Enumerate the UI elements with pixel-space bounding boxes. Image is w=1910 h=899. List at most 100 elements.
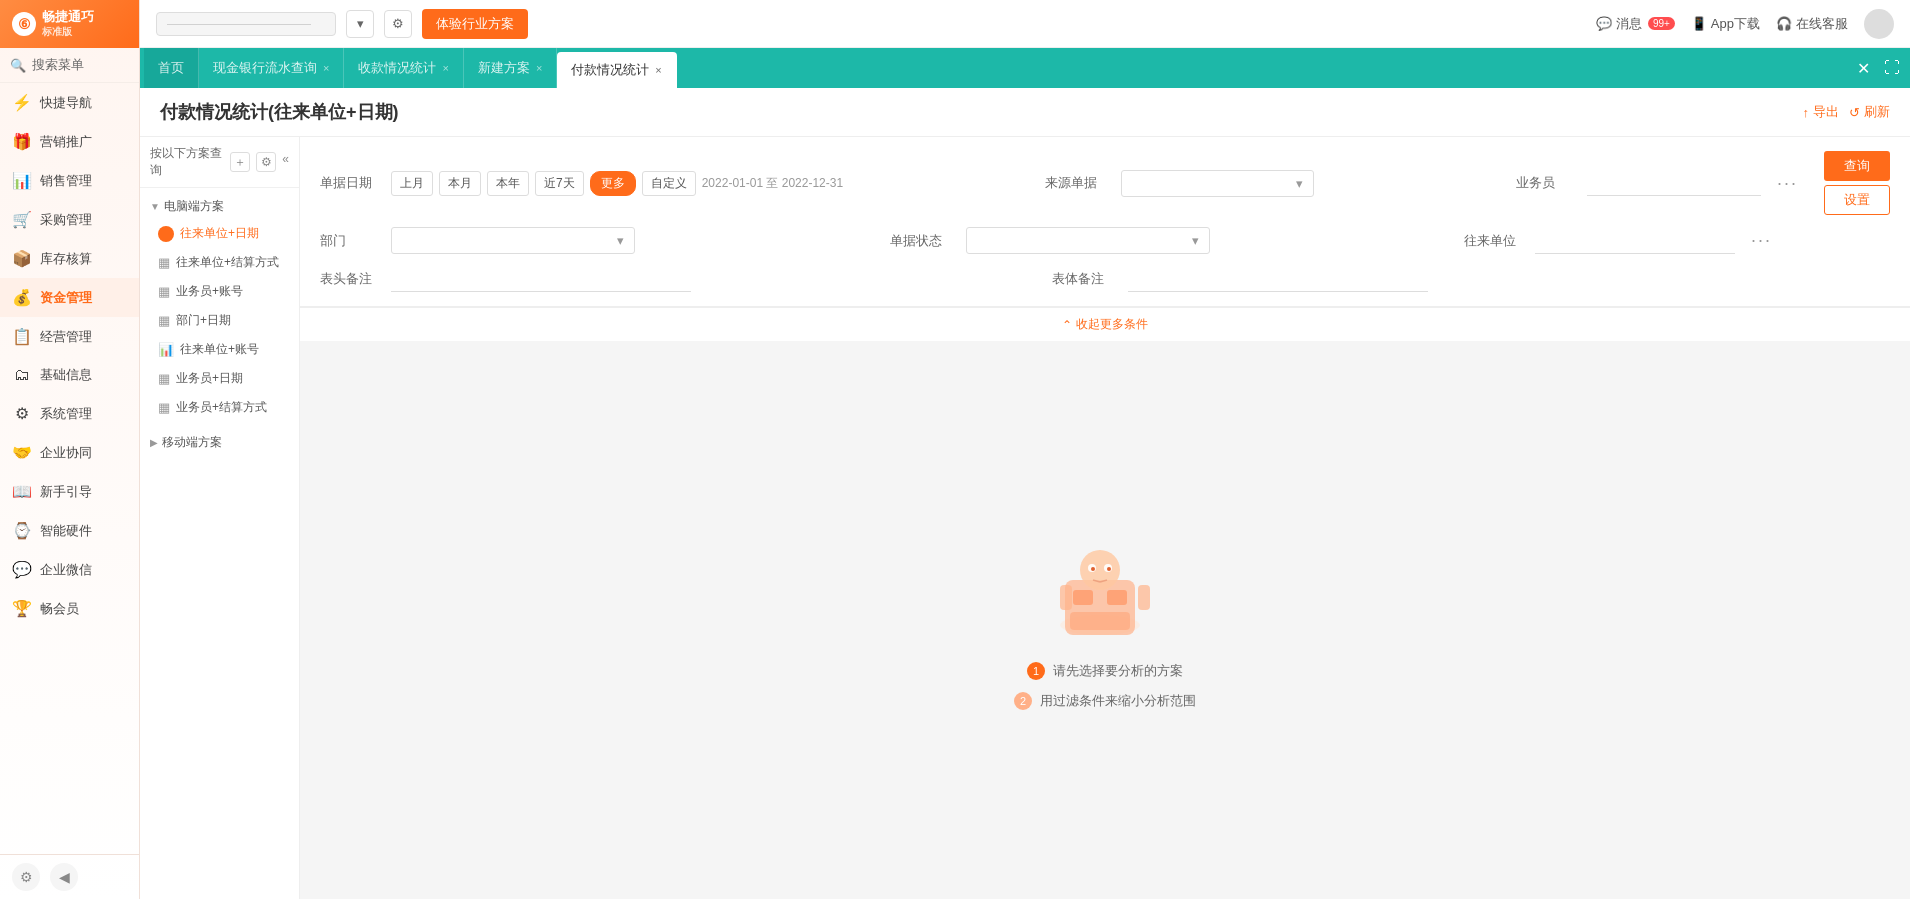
sidebar-item-system[interactable]: ⚙ 系统管理 <box>0 394 139 433</box>
dropdown-btn[interactable]: ▾ <box>346 10 374 38</box>
scheme-dept-date[interactable]: ▦ 部门+日期 <box>150 306 289 335</box>
tab-close-cash-flow[interactable]: × <box>323 62 329 74</box>
sidebar-item-operation[interactable]: 📋 经营管理 <box>0 317 139 356</box>
counterparty-input[interactable] <box>1535 228 1735 254</box>
sidebar-collapse-btn[interactable]: ◀ <box>50 863 78 891</box>
user-avatar[interactable] <box>1864 9 1894 39</box>
filter-row-notes: 表头备注 表体备注 <box>320 266 1890 292</box>
sidebar-item-guide[interactable]: 📖 新手引导 <box>0 472 139 511</box>
notifications-btn[interactable]: 💬 消息 99+ <box>1596 15 1675 33</box>
table-body-note-input[interactable] <box>1128 266 1428 292</box>
desktop-group-header[interactable]: ▼ 电脑端方案 <box>150 194 289 219</box>
sidebar-footer: ⚙ ◀ <box>0 854 139 899</box>
settings-icon: ⚙ <box>261 155 272 169</box>
table-head-note-input[interactable] <box>391 266 691 292</box>
counterparty-dots[interactable]: ··· <box>1751 230 1772 251</box>
sidebar-icon-member: 🏆 <box>12 599 32 618</box>
sidebar-label-operation: 经营管理 <box>40 328 92 346</box>
sidebar-item-member[interactable]: 🏆 畅会员 <box>0 589 139 628</box>
dept-select[interactable]: ▾ <box>391 227 635 254</box>
customer-service-btn[interactable]: 🎧 在线客服 <box>1776 15 1848 33</box>
collapse-more-btn[interactable]: ⌃ 收起更多条件 <box>300 307 1910 341</box>
left-panel-header: 按以下方案查询 ＋ ⚙ « <box>140 137 299 188</box>
sidebar-item-inventory[interactable]: 📦 库存核算 <box>0 239 139 278</box>
source-select[interactable]: ▾ <box>1121 170 1313 197</box>
tab-new-plan[interactable]: 新建方案 × <box>464 48 557 88</box>
scheme-unit-settlement[interactable]: ▦ 往来单位+结算方式 <box>150 248 289 277</box>
date-btn-this-month[interactable]: 本月 <box>439 171 481 196</box>
scheme-staff-date[interactable]: ▦ 业务员+日期 <box>150 364 289 393</box>
sidebar-item-enterprise[interactable]: 🤝 企业协同 <box>0 433 139 472</box>
expand-tabs-btn[interactable]: ⛶ <box>1884 59 1900 77</box>
tab-close-new-plan[interactable]: × <box>536 62 542 74</box>
scheme-unit-account[interactable]: 📊 往来单位+账号 <box>150 335 289 364</box>
close-all-tabs-btn[interactable]: ✕ <box>1857 59 1870 78</box>
svg-point-11 <box>1107 567 1111 571</box>
svg-point-10 <box>1091 567 1095 571</box>
table-body-note-label: 表体备注 <box>1052 270 1112 288</box>
empty-text-1: 请先选择要分析的方案 <box>1053 662 1183 680</box>
sidebar-item-finance[interactable]: 💰 资金管理 <box>0 278 139 317</box>
date-btn-this-year[interactable]: 本年 <box>487 171 529 196</box>
logo-icon: ⑥ <box>12 12 36 36</box>
query-btn[interactable]: 查询 <box>1824 151 1890 181</box>
sidebar-label-member: 畅会员 <box>40 600 79 618</box>
sidebar-item-sales[interactable]: 📊 销售管理 <box>0 161 139 200</box>
sidebar-icon-basic-info: 🗂 <box>12 366 32 384</box>
sidebar-icon-quick-nav: ⚡ <box>12 93 32 112</box>
sidebar-item-purchase[interactable]: 🛒 采购管理 <box>0 200 139 239</box>
doc-status-label: 单据状态 <box>890 232 950 250</box>
tab-close-payment[interactable]: × <box>655 64 661 76</box>
right-content: 单据日期 上月 本月 本年 近7天 更多 自定义 2022-01-01 至 20… <box>300 137 1910 899</box>
tab-close-collection[interactable]: × <box>442 62 448 74</box>
panel-collapse-btn[interactable]: « <box>282 152 289 172</box>
sidebar-search[interactable]: 🔍 搜索菜单 <box>0 48 139 83</box>
scheme-staff-account[interactable]: ▦ 业务员+账号 <box>150 277 289 306</box>
sidebar-icon-operation: 📋 <box>12 327 32 346</box>
notification-badge: 99+ <box>1648 17 1675 30</box>
salesperson-input[interactable] <box>1587 170 1761 196</box>
sidebar-item-quick-nav[interactable]: ⚡ 快捷导航 <box>0 83 139 122</box>
sidebar-settings-btn[interactable]: ⚙ <box>12 863 40 891</box>
date-btn-custom[interactable]: 自定义 <box>642 171 696 196</box>
scheme-settings-btn[interactable]: ⚙ <box>256 152 276 172</box>
sidebar: ⑥ 畅捷通巧 标准版 🔍 搜索菜单 ⚡ 快捷导航🎁 营销推广📊 销售管理🛒 采购… <box>0 0 140 899</box>
settings-small-btn[interactable]: 设置 <box>1824 185 1890 215</box>
tab-payment-stats[interactable]: 付款情况统计 × <box>557 52 676 88</box>
tab-collection-stats[interactable]: 收款情况统计 × <box>344 48 463 88</box>
tab-bar: 首页 现金银行流水查询 × 收款情况统计 × 新建方案 × 付款情况统计 × ✕… <box>140 48 1910 88</box>
app-download-btn[interactable]: 📱 App下载 <box>1691 15 1760 33</box>
filter-row-dept: 部门 ▾ 单据状态 ▾ 往来单位 <box>320 227 1890 254</box>
sidebar-icon-finance: 💰 <box>12 288 32 307</box>
date-btn-7days[interactable]: 近7天 <box>535 171 584 196</box>
header-settings-btn[interactable]: ⚙ <box>384 10 412 38</box>
svg-rect-4 <box>1070 612 1130 630</box>
sidebar-item-basic-info[interactable]: 🗂 基础信息 <box>0 356 139 394</box>
sidebar-icon-marketing: 🎁 <box>12 132 32 151</box>
date-btn-last-month[interactable]: 上月 <box>391 171 433 196</box>
scheme-icon: ▦ <box>158 371 170 386</box>
tab-cash-flow[interactable]: 现金银行流水查询 × <box>199 48 344 88</box>
trial-btn[interactable]: 体验行业方案 <box>422 9 528 39</box>
export-btn[interactable]: ↑ 导出 <box>1803 103 1840 121</box>
sidebar-label-purchase: 采购管理 <box>40 211 92 229</box>
doc-status-select[interactable]: ▾ <box>966 227 1210 254</box>
empty-text-2: 用过滤条件来缩小分析范围 <box>1040 692 1196 710</box>
sidebar-item-weixin[interactable]: 💬 企业微信 <box>0 550 139 589</box>
tab-home[interactable]: 首页 <box>144 48 199 88</box>
mobile-schemes-group[interactable]: ▶ 移动端方案 <box>140 428 299 457</box>
date-btn-more[interactable]: 更多 <box>590 171 636 196</box>
mobile-group-arrow: ▶ <box>150 437 158 448</box>
refresh-btn[interactable]: ↺ 刷新 <box>1849 103 1890 121</box>
salesperson-dots[interactable]: ··· <box>1777 173 1798 194</box>
svg-point-7 <box>1080 550 1120 590</box>
collapse-icon: ⌃ <box>1062 318 1072 332</box>
sidebar-item-marketing[interactable]: 🎁 营销推广 <box>0 122 139 161</box>
sidebar-label-guide: 新手引导 <box>40 483 92 501</box>
add-scheme-btn[interactable]: ＋ <box>230 152 250 172</box>
sidebar-logo: ⑥ 畅捷通巧 标准版 <box>0 0 139 48</box>
scheme-staff-settlement[interactable]: ▦ 业务员+结算方式 <box>150 393 289 422</box>
filter-section: 单据日期 上月 本月 本年 近7天 更多 自定义 2022-01-01 至 20… <box>300 137 1910 307</box>
sidebar-item-hardware[interactable]: ⌚ 智能硬件 <box>0 511 139 550</box>
scheme-unit-date[interactable]: 往来单位+日期 <box>150 219 289 248</box>
